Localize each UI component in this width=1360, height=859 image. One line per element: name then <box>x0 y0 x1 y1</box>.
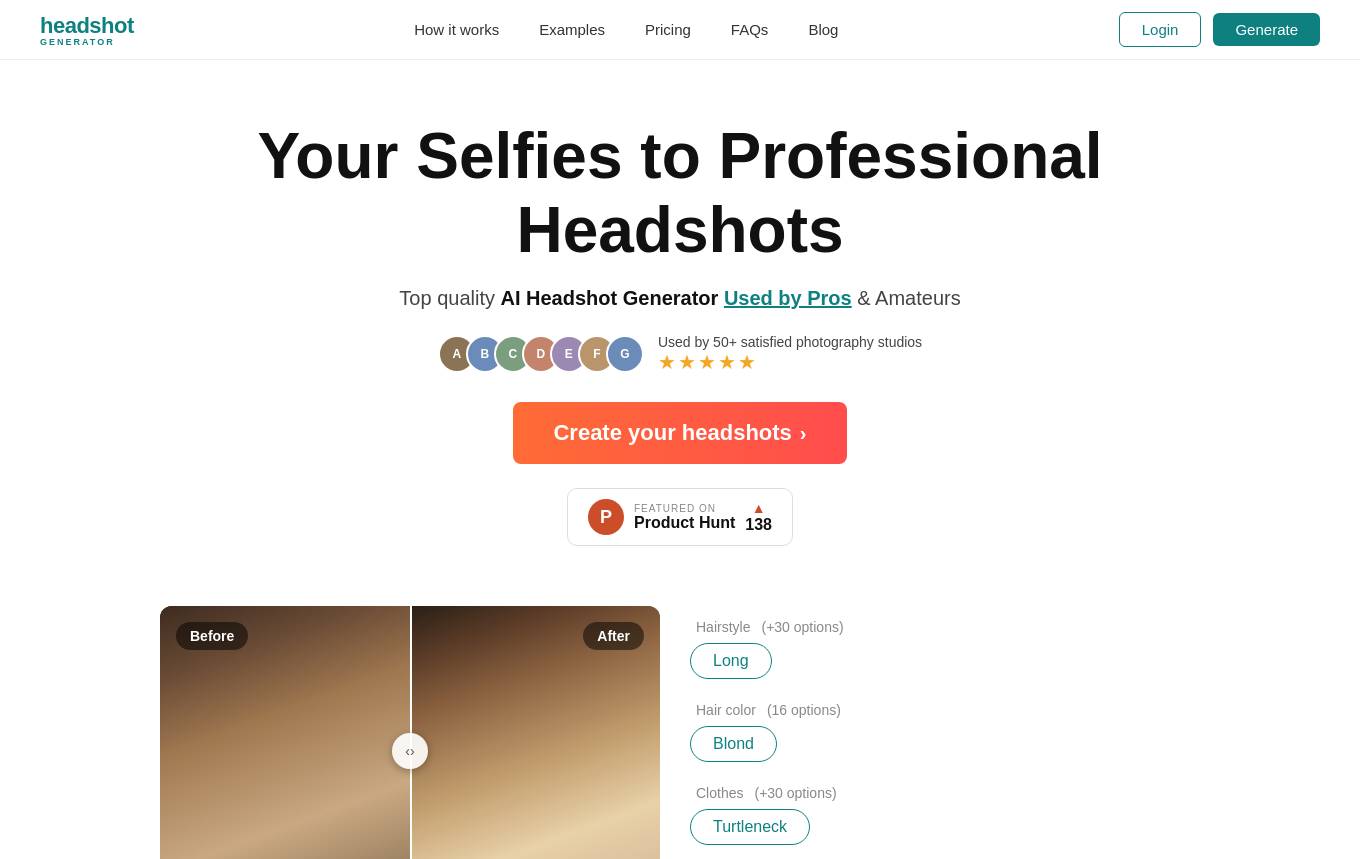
avatar: G <box>606 335 644 373</box>
social-text: Used by 50+ satisfied photography studio… <box>658 334 922 374</box>
ph-name-label: Product Hunt <box>634 514 735 532</box>
social-proof: A B C D E F G Used by 50+ satisfied phot… <box>20 334 1340 374</box>
navbar: headshot GENERATOR How it works Examples… <box>0 0 1360 60</box>
upvote-icon: ▲ <box>752 500 766 516</box>
hero-heading: Your Selfies to Professional Headshots <box>230 120 1130 267</box>
chevron-right-icon: › <box>410 743 415 759</box>
hero-subheading: Top quality AI Headshot Generator Used b… <box>20 287 1340 310</box>
nav-how-it-works[interactable]: How it works <box>414 21 499 38</box>
ph-votes: ▲ 138 <box>745 500 772 534</box>
after-label: After <box>583 622 644 650</box>
before-after-container: ‹ › Before After <box>160 606 660 859</box>
avatar-group: A B C D E F G <box>438 335 644 373</box>
hero-section: Your Selfies to Professional Headshots T… <box>0 60 1360 586</box>
nav-blog[interactable]: Blog <box>808 21 838 38</box>
hair-color-option: Hair color (16 options) Blond <box>690 699 1200 762</box>
nav-links: How it works Examples Pricing FAQs Blog <box>414 21 838 38</box>
nav-pricing[interactable]: Pricing <box>645 21 691 38</box>
demo-section: ‹ › Before After Hairstyle (+30 options)… <box>130 586 1230 859</box>
ph-logo-icon: P <box>588 499 624 535</box>
nav-actions: Login Generate <box>1119 12 1320 47</box>
cta-arrow-icon: › <box>800 422 807 445</box>
logo-sub-text: GENERATOR <box>40 37 134 47</box>
clothes-option: Clothes (+30 options) Turtleneck <box>690 782 1200 845</box>
logo-text: headshot <box>40 13 134 39</box>
hairstyle-selected[interactable]: Long <box>690 643 772 679</box>
hairstyle-option: Hairstyle (+30 options) Long <box>690 616 1200 679</box>
hair-color-selected[interactable]: Blond <box>690 726 777 762</box>
used-by-pros-link[interactable]: Used by Pros <box>724 287 852 309</box>
clothes-label: Clothes (+30 options) <box>690 782 1200 803</box>
divider-handle[interactable]: ‹ › <box>392 733 428 769</box>
vote-count: 138 <box>745 516 772 534</box>
hairstyle-label: Hairstyle (+30 options) <box>690 616 1200 637</box>
ph-text: FEATURED ON Product Hunt <box>634 503 735 532</box>
clothes-selected[interactable]: Turtleneck <box>690 809 810 845</box>
ph-featured-label: FEATURED ON <box>634 503 735 514</box>
before-after-image: ‹ › Before After <box>160 606 660 859</box>
generate-button[interactable]: Generate <box>1213 13 1320 46</box>
product-hunt-badge[interactable]: P FEATURED ON Product Hunt ▲ 138 <box>567 488 793 546</box>
before-label: Before <box>176 622 248 650</box>
hair-color-label: Hair color (16 options) <box>690 699 1200 720</box>
nav-examples[interactable]: Examples <box>539 21 605 38</box>
login-button[interactable]: Login <box>1119 12 1202 47</box>
cta-label: Create your headshots <box>553 420 791 446</box>
options-panel: Hairstyle (+30 options) Long Hair color … <box>690 606 1200 859</box>
star-rating: ★★★★★ <box>658 350 922 374</box>
logo[interactable]: headshot GENERATOR <box>40 13 134 47</box>
social-count-text: Used by 50+ satisfied photography studio… <box>658 334 922 350</box>
create-headshots-button[interactable]: Create your headshots › <box>513 402 846 464</box>
nav-faqs[interactable]: FAQs <box>731 21 769 38</box>
